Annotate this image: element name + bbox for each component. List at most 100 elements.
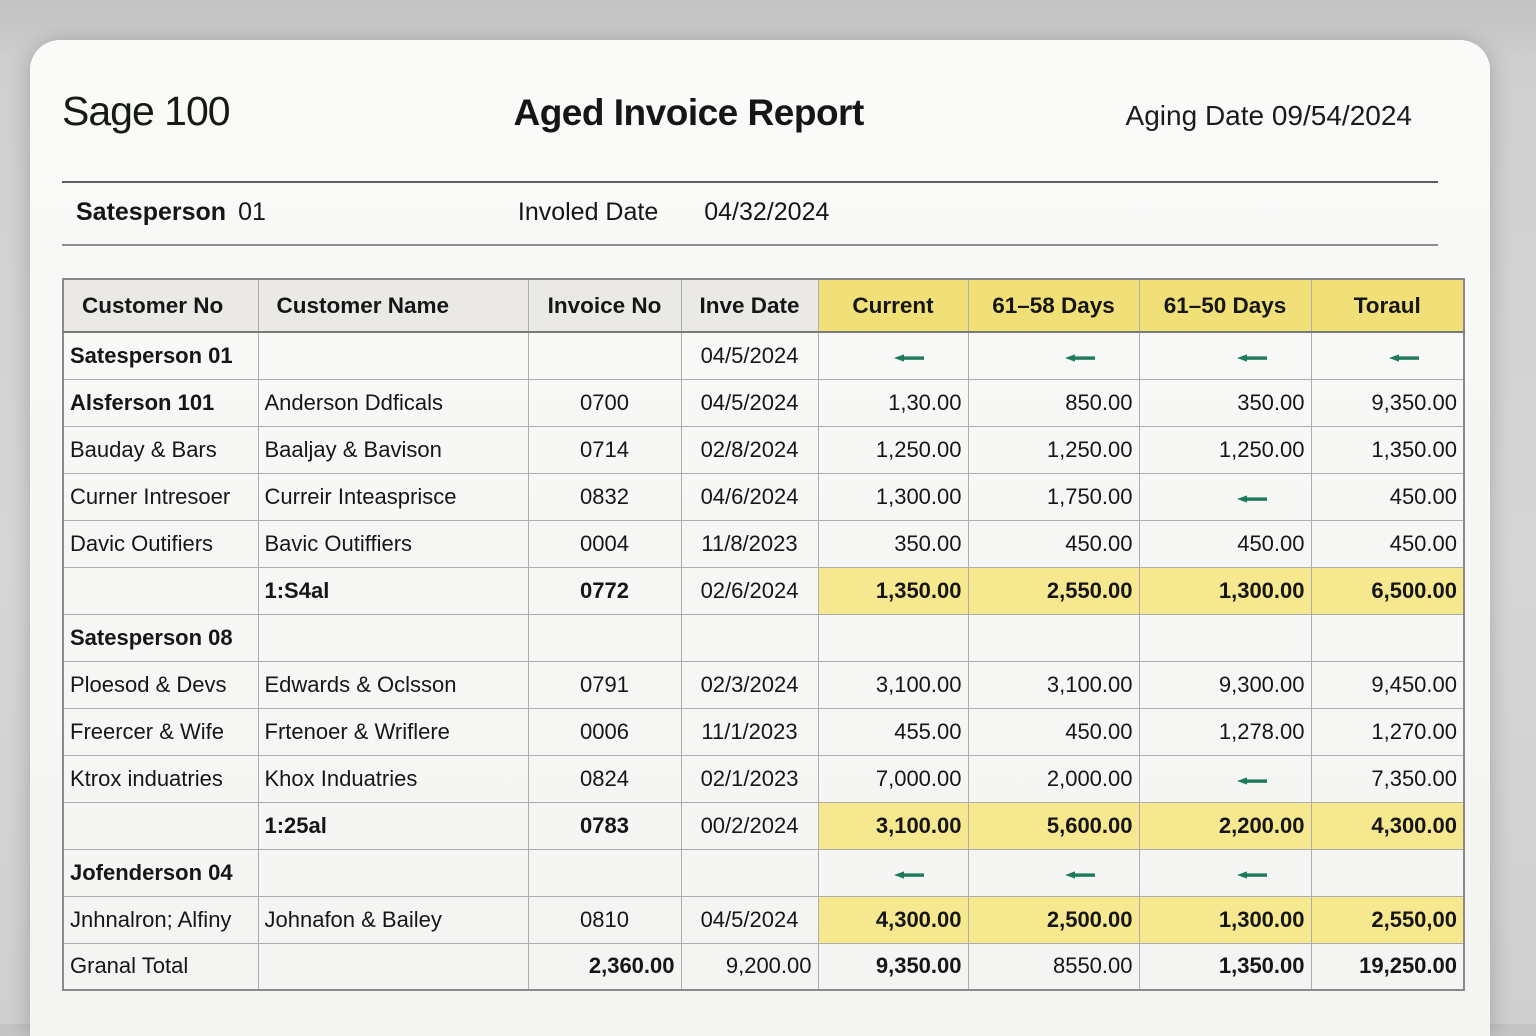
table-cell: 0783	[527, 801, 682, 850]
table-cell: 0791	[527, 660, 682, 709]
table-cell: Davic Outifiers	[62, 519, 259, 568]
table-cell: 9,350.00	[817, 942, 969, 991]
dash-icon	[893, 353, 924, 363]
table-cell: 9,200.00	[680, 942, 819, 991]
table-cell: 04/5/2024	[680, 895, 819, 944]
table-cell: 3,100.00	[817, 660, 969, 709]
table-cell: Bavic Outiffiers	[257, 519, 529, 568]
table-cell: Baaljay & Bavison	[257, 425, 529, 474]
table-cell: 0700	[527, 378, 682, 427]
column-header: 61–58 Days	[967, 278, 1140, 333]
table-cell: 2,550.00	[967, 566, 1140, 615]
table-cell	[257, 848, 529, 897]
table-cell: Curner Intresoer	[62, 472, 259, 521]
table-cell: 2,550,00	[1310, 895, 1465, 944]
table-row: Bauday & Bars Baaljay & Bavison 0714 02/8/2…	[62, 425, 1465, 474]
table-cell: 02/3/2024	[680, 660, 819, 709]
table-cell: 450.00	[1138, 519, 1312, 568]
table-cell	[1138, 472, 1312, 521]
table-cell: 5,600.00	[967, 801, 1140, 850]
table-cell: 450.00	[1310, 519, 1465, 568]
table-cell: 11/8/2023	[680, 519, 819, 568]
table-cell: 7,000.00	[817, 754, 969, 803]
invoice-date-value: 04/32/2024	[704, 198, 830, 226]
table-cell: 1,30.00	[817, 378, 969, 427]
table-row: Satesperson 01 04/5/2024	[62, 331, 1465, 380]
table-cell	[1138, 754, 1312, 803]
table-cell: 04/5/2024	[680, 378, 819, 427]
table-cell: 450.00	[967, 519, 1140, 568]
table-cell: 7,350.00	[1310, 754, 1465, 803]
table-cell: 3,100.00	[967, 660, 1140, 709]
table-cell	[257, 331, 529, 380]
table-cell: 850.00	[967, 378, 1140, 427]
table-cell: 1,250.00	[967, 425, 1140, 474]
table-cell	[817, 848, 969, 897]
report-header: Sage 100 Aged Invoice Report Aging Date …	[50, 88, 1460, 135]
table-cell	[62, 801, 259, 850]
table-cell: 350.00	[817, 519, 969, 568]
dash-icon	[1236, 870, 1267, 880]
table-cell: 4,300.00	[817, 895, 969, 944]
table-cell: Ploesod & Devs	[62, 660, 259, 709]
table-row: Ktrox induatries Khox Induatries 0824 02/1/…	[62, 754, 1465, 803]
table-cell: Anderson Ddficals	[257, 378, 529, 427]
column-header: 61–50 Days	[1138, 278, 1312, 333]
table-cell: 1:S4al	[257, 566, 529, 615]
table-cell	[527, 331, 682, 380]
table-cell: Jnhnalron; Alfiny	[62, 895, 259, 944]
app-logo: Sage 100	[62, 88, 231, 134]
dash-icon	[1064, 870, 1095, 880]
table-cell: 19,250.00	[1310, 942, 1465, 991]
table-cell: Khox Induatries	[257, 754, 529, 803]
table-row: 1:S4al 0772 02/6/2024 1,350.00 2,550.00 1,300…	[62, 566, 1465, 615]
table-row: Granal Total 2,360.00 9,200.00 9,350.00 8550…	[62, 942, 1465, 991]
table-cell: 3,100.00	[817, 801, 969, 850]
table-cell: Frtenoer & Wriflere	[257, 707, 529, 756]
aged-invoice-table: Customer No Customer Name Invoice No Inve D…	[62, 278, 1465, 991]
table-cell: Satesperson 08	[62, 613, 259, 662]
table-cell: Freercer & Wife	[62, 707, 259, 756]
table-cell: 0004	[527, 519, 682, 568]
filter-row: Satesperson 01 Involed Date 04/32/2024	[62, 181, 1438, 246]
table-cell	[1310, 613, 1465, 662]
table-row: Davic Outifiers Bavic Outiffiers 0004 11/8/…	[62, 519, 1465, 568]
table-row: Jofenderson 04	[62, 848, 1465, 897]
table-cell: 1,278.00	[1138, 707, 1312, 756]
table-cell	[817, 331, 969, 380]
column-header: Inve Date	[680, 278, 819, 333]
table-cell	[817, 613, 969, 662]
table-cell	[680, 848, 819, 897]
table-cell: Alsferson 101	[62, 378, 259, 427]
table-row: Curner Intresoer Curreir Inteasprisce 0832…	[62, 472, 1465, 521]
table-cell: 1,350.00	[1138, 942, 1312, 991]
table-cell: 2,360.00	[527, 942, 682, 991]
column-header: Toraul	[1310, 278, 1465, 333]
table-row: 1:25al 0783 00/2/2024 3,100.00 5,600.00 2,200…	[62, 801, 1465, 850]
table-cell: Granal Total	[62, 942, 259, 991]
table-cell	[527, 848, 682, 897]
column-header: Customer Name	[257, 278, 529, 333]
table-cell: 9,350.00	[1310, 378, 1465, 427]
table-row: Ploesod & Devs Edwards & Oclsson 0791 02/3/…	[62, 660, 1465, 709]
table-cell: 6,500.00	[1310, 566, 1465, 615]
table-row: Alsferson 101 Anderson Ddficals 0700 04/5/2…	[62, 378, 1465, 427]
table-cell: 1,350.00	[1310, 425, 1465, 474]
table-cell: 2,200.00	[1138, 801, 1312, 850]
table-cell: Johnafon & Bailey	[257, 895, 529, 944]
table-cell	[967, 848, 1140, 897]
salesperson-label: Satesperson	[76, 198, 227, 226]
table-cell: 450.00	[1310, 472, 1465, 521]
table-cell: 0006	[527, 707, 682, 756]
table-cell	[1138, 613, 1312, 662]
table-cell: 8550.00	[967, 942, 1140, 991]
table-cell: 1,250.00	[817, 425, 969, 474]
table-cell: 0824	[527, 754, 682, 803]
table-cell: 04/6/2024	[680, 472, 819, 521]
table-cell: 455.00	[817, 707, 969, 756]
table-cell: 2,500.00	[967, 895, 1140, 944]
table-cell: 00/2/2024	[680, 801, 819, 850]
dash-icon	[1389, 353, 1419, 363]
table-cell: Curreir Inteasprisce	[257, 472, 529, 521]
table-cell: 1,300.00	[1138, 566, 1312, 615]
